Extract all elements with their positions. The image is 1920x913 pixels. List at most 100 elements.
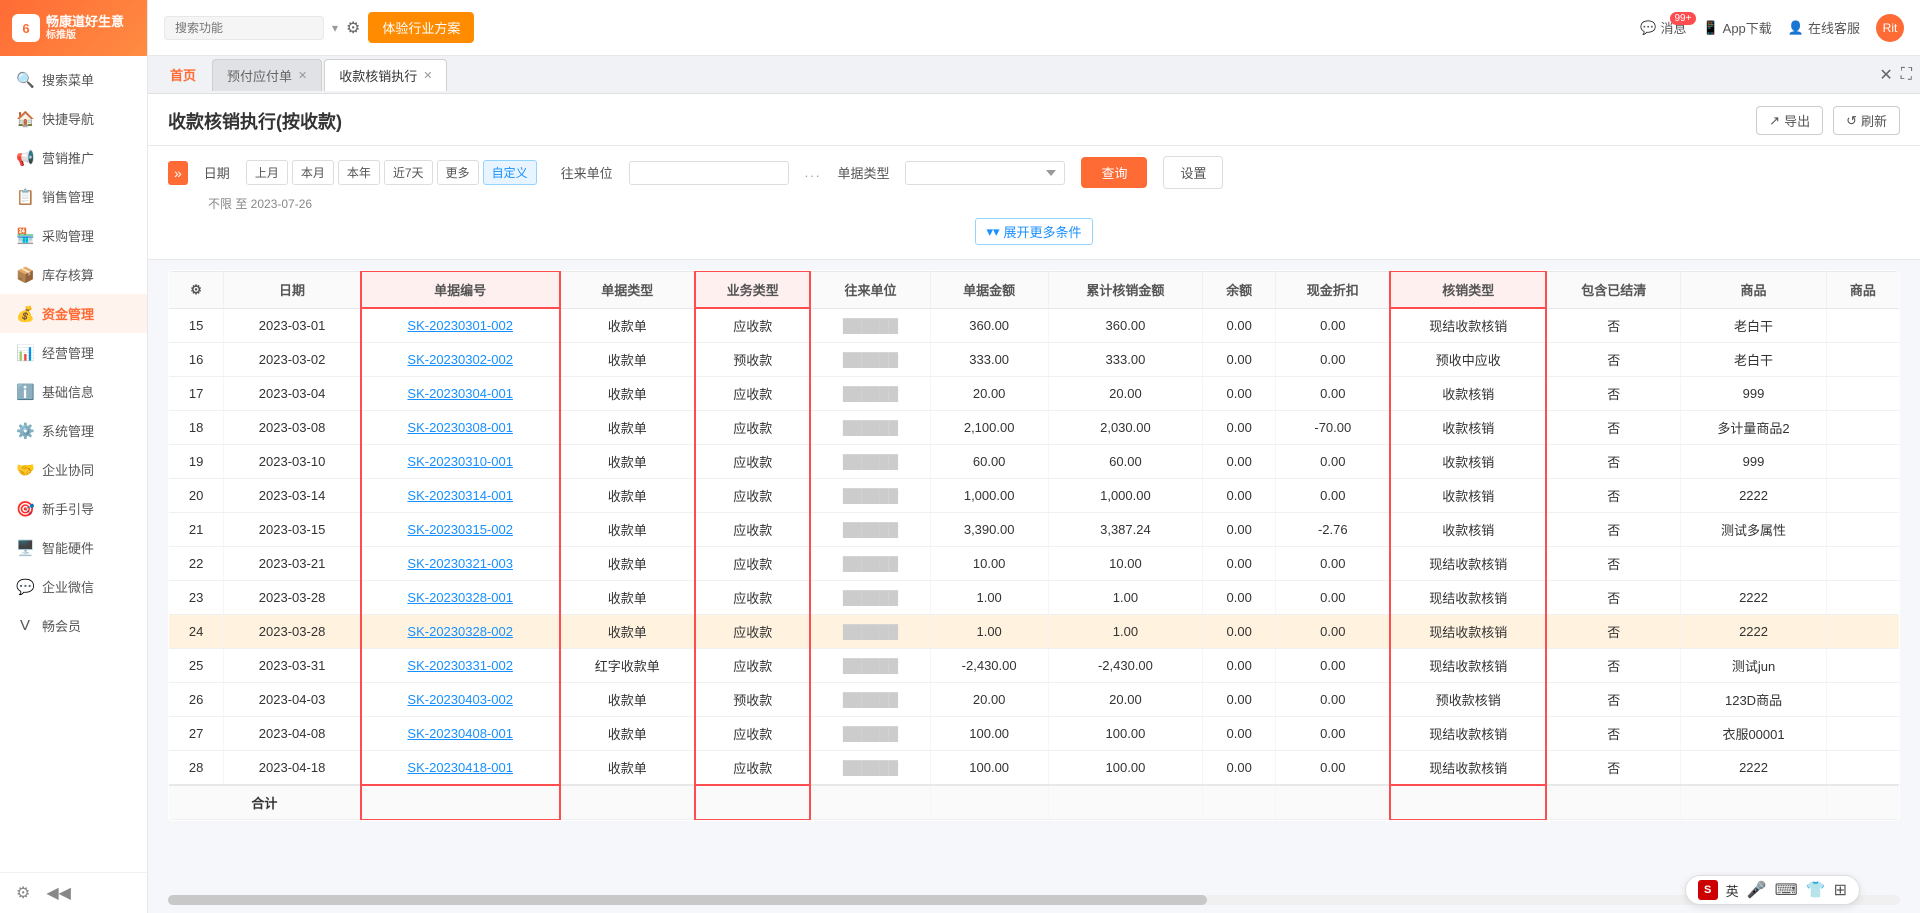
table-settings-button[interactable]: 设置 <box>1163 156 1223 189</box>
export-button[interactable]: ↗ 导出 <box>1756 106 1823 135</box>
row-balance: 0.00 <box>1203 513 1276 547</box>
settings-icon[interactable]: ⚙ <box>16 883 30 903</box>
marketing-icon: 📢 <box>16 149 34 167</box>
row-goods2 <box>1826 513 1899 547</box>
filter-toggle-button[interactable]: » <box>168 161 188 185</box>
table-wrapper[interactable]: ⚙ 日期 单据编号 单据类型 业务类型 往来单位 单据金额 累计核销金额 余额 … <box>148 260 1920 895</box>
expand-filter-button[interactable]: ▾▾ 展开更多条件 <box>975 218 1092 245</box>
sidebar-item-purchase[interactable]: 🏪 采购管理 <box>0 216 147 255</box>
row-goods: 999 <box>1681 445 1826 479</box>
row-date: 2023-04-18 <box>224 751 361 786</box>
row-date: 2023-03-15 <box>224 513 361 547</box>
tab-prepay[interactable]: 预付应付单 ✕ <box>212 59 322 91</box>
row-ordernum[interactable]: SK-20230302-002 <box>361 343 560 377</box>
refresh-button[interactable]: ↺ 刷新 <box>1833 106 1900 135</box>
row-ordernum[interactable]: SK-20230301-002 <box>361 308 560 343</box>
row-ordernum[interactable]: SK-20230328-001 <box>361 581 560 615</box>
doc-type-select[interactable] <box>905 161 1065 185</box>
sidebar-item-wechat[interactable]: 💬 企业微信 <box>0 567 147 606</box>
order-link[interactable]: SK-20230315-002 <box>407 522 513 537</box>
row-discount: 0.00 <box>1276 377 1391 411</box>
row-ordernum[interactable]: SK-20230321-003 <box>361 547 560 581</box>
row-no: 18 <box>169 411 224 445</box>
order-link[interactable]: SK-20230321-003 <box>407 556 513 571</box>
row-goods2 <box>1826 411 1899 445</box>
row-ordernum[interactable]: SK-20230315-002 <box>361 513 560 547</box>
query-button[interactable]: 查询 <box>1081 157 1147 188</box>
order-link[interactable]: SK-20230403-002 <box>407 692 513 707</box>
col-partner-header: 往来单位 <box>810 271 930 308</box>
row-balance: 0.00 <box>1203 308 1276 343</box>
tab-collect-close-icon[interactable]: ✕ <box>423 69 432 82</box>
row-biztype: 应收款 <box>695 479 810 513</box>
sidebar-item-member[interactable]: V 畅会员 <box>0 606 147 645</box>
row-biztype: 应收款 <box>695 308 810 343</box>
row-canceltype: 收款核销 <box>1390 411 1546 445</box>
microphone-icon[interactable]: 🎤 <box>1747 880 1767 900</box>
settings-gear-icon[interactable]: ⚙ <box>346 18 360 38</box>
sidebar-item-inventory[interactable]: 📦 库存核算 <box>0 255 147 294</box>
tab-close-all-button[interactable]: ✕ <box>1879 65 1892 85</box>
app-download[interactable]: 📱 App下载 <box>1702 18 1771 37</box>
row-goods2 <box>1826 717 1899 751</box>
clothing-icon[interactable]: 👕 <box>1806 880 1826 900</box>
sidebar-item-sales[interactable]: 📋 销售管理 <box>0 177 147 216</box>
sidebar-item-system[interactable]: ⚙️ 系统管理 <box>0 411 147 450</box>
row-ordernum[interactable]: SK-20230403-002 <box>361 683 560 717</box>
sidebar-item-finance[interactable]: 💰 资金管理 <box>0 294 147 333</box>
home-icon: 🏠 <box>16 110 34 128</box>
header-search-input[interactable] <box>164 16 324 40</box>
row-ordernum[interactable]: SK-20230331-002 <box>361 649 560 683</box>
row-ordernum[interactable]: SK-20230328-002 <box>361 615 560 649</box>
last-7-days-btn[interactable]: 近7天 <box>384 160 433 185</box>
collapse-icon[interactable]: ◀◀ <box>46 883 71 903</box>
custom-date-btn[interactable]: 自定义 <box>483 160 537 185</box>
more-date-btn[interactable]: 更多 <box>437 160 479 185</box>
this-month-btn[interactable]: 本月 <box>292 160 334 185</box>
grid-icon[interactable]: ⊞ <box>1834 880 1847 900</box>
order-link[interactable]: SK-20230328-001 <box>407 590 513 605</box>
row-biztype: 应收款 <box>695 547 810 581</box>
horizontal-scrollbar[interactable] <box>168 895 1900 905</box>
partner-input[interactable] <box>629 161 789 185</box>
col-gear-header[interactable]: ⚙ <box>169 271 224 308</box>
tab-home[interactable]: 首页 <box>156 59 210 90</box>
order-link[interactable]: SK-20230301-002 <box>407 318 513 333</box>
order-link[interactable]: SK-20230304-001 <box>407 386 513 401</box>
row-ordernum[interactable]: SK-20230308-001 <box>361 411 560 445</box>
order-link[interactable]: SK-20230302-002 <box>407 352 513 367</box>
row-ordernum[interactable]: SK-20230304-001 <box>361 377 560 411</box>
col-includesettled-header: 包含已结清 <box>1546 271 1681 308</box>
order-link[interactable]: SK-20230308-001 <box>407 420 513 435</box>
sidebar-item-basic[interactable]: ℹ️ 基础信息 <box>0 372 147 411</box>
order-link[interactable]: SK-20230331-002 <box>407 658 513 673</box>
sidebar-item-search[interactable]: 🔍 搜索菜单 <box>0 60 147 99</box>
tab-prepay-close-icon[interactable]: ✕ <box>298 69 307 82</box>
row-biztype: 应收款 <box>695 649 810 683</box>
tab-collect[interactable]: 收款核销执行 ✕ <box>324 59 447 91</box>
row-ordernum[interactable]: SK-20230418-001 <box>361 751 560 786</box>
row-ordernum[interactable]: SK-20230314-001 <box>361 479 560 513</box>
sidebar-item-marketing[interactable]: 📢 营销推广 <box>0 138 147 177</box>
this-year-btn[interactable]: 本年 <box>338 160 380 185</box>
solution-button[interactable]: 体验行业方案 <box>368 12 474 43</box>
order-link[interactable]: SK-20230418-001 <box>407 760 513 775</box>
order-link[interactable]: SK-20230328-002 <box>407 624 513 639</box>
order-link[interactable]: SK-20230314-001 <box>407 488 513 503</box>
row-ordernum[interactable]: SK-20230408-001 <box>361 717 560 751</box>
row-ordernum[interactable]: SK-20230310-001 <box>361 445 560 479</box>
message-badge[interactable]: 💬 消息 99+ <box>1640 18 1686 37</box>
row-goods: 衣服00001 <box>1681 717 1826 751</box>
online-service[interactable]: 👤 在线客服 <box>1788 18 1860 37</box>
sidebar-item-corp[interactable]: 🤝 企业协同 <box>0 450 147 489</box>
keyboard-icon[interactable]: ⌨ <box>1775 880 1798 900</box>
order-link[interactable]: SK-20230310-001 <box>407 454 513 469</box>
order-link[interactable]: SK-20230408-001 <box>407 726 513 741</box>
tab-fullscreen-button[interactable]: ⛶ <box>1901 65 1912 85</box>
sidebar-item-guide[interactable]: 🎯 新手引导 <box>0 489 147 528</box>
sidebar-item-nav[interactable]: 🏠 快捷导航 <box>0 99 147 138</box>
sidebar-item-operations[interactable]: 📊 经营管理 <box>0 333 147 372</box>
sidebar-item-hardware[interactable]: 🖥️ 智能硬件 <box>0 528 147 567</box>
last-month-btn[interactable]: 上月 <box>246 160 288 185</box>
user-avatar[interactable]: Rit <box>1876 14 1904 42</box>
